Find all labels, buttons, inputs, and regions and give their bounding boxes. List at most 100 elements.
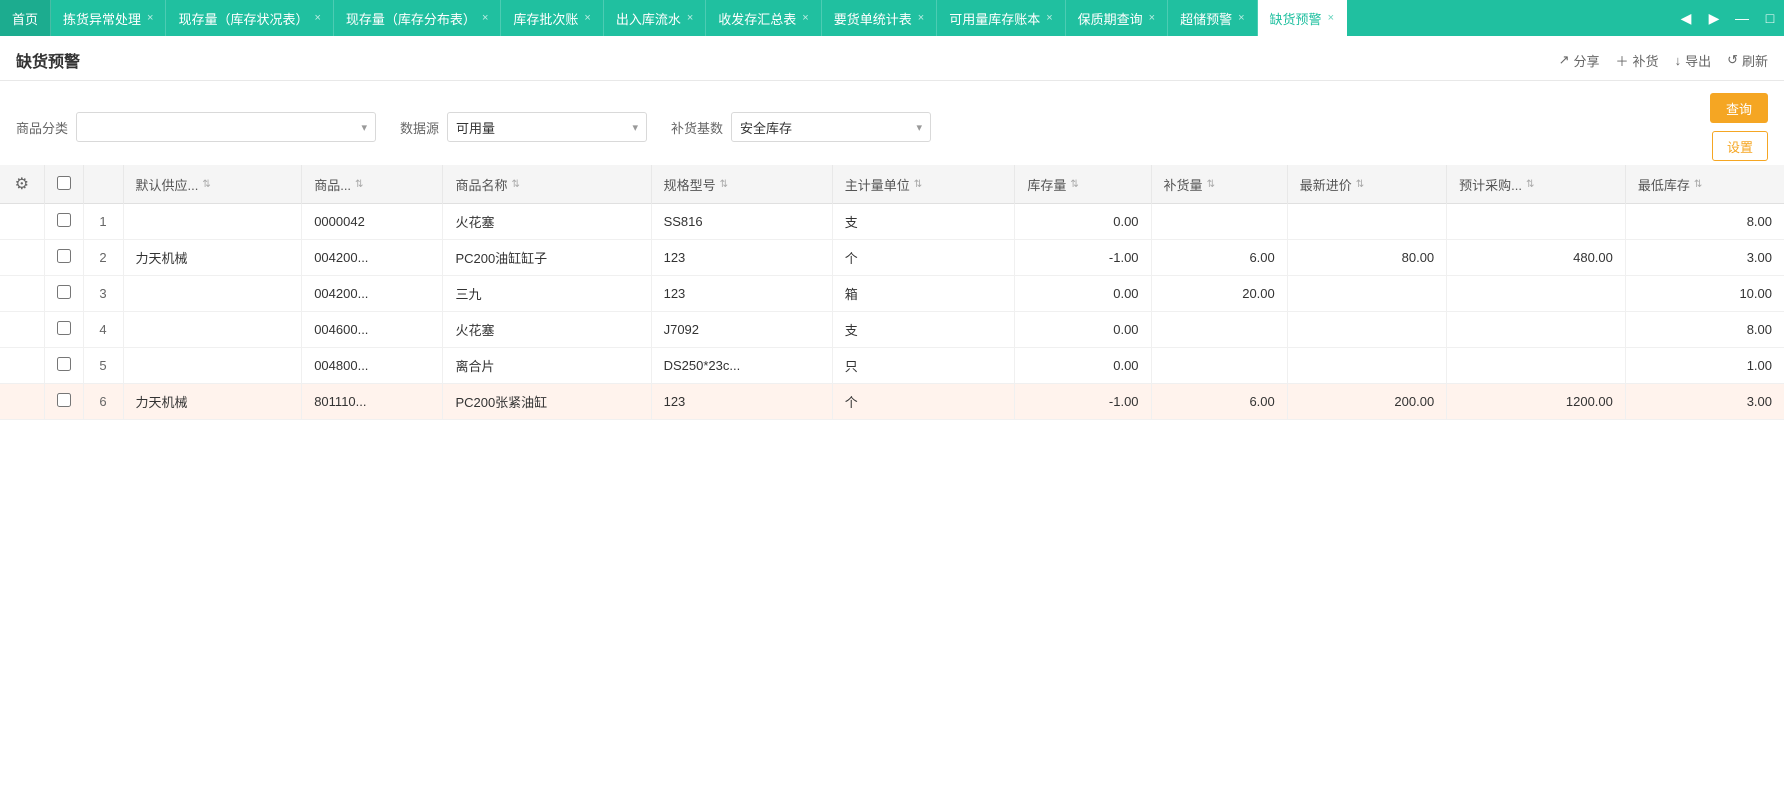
td-check-0[interactable] [44,204,83,240]
sort-price-icon: ⇅ [1356,179,1364,190]
product-category-label: 商品分类 [16,118,68,137]
export-action[interactable]: ↓ 导出 [1675,51,1712,70]
tab-home[interactable]: 首页 [0,0,51,36]
refresh-action[interactable]: ↺ 刷新 [1727,51,1768,70]
td-name-2: 三九 [443,276,651,312]
row-checkbox-5[interactable] [57,393,71,407]
select-all-checkbox[interactable] [57,176,71,190]
row-checkbox-3[interactable] [57,321,71,335]
close-tab-inout-flow[interactable]: × [687,12,693,24]
sort-spec-icon: ⇅ [720,179,728,190]
td-check-4[interactable] [44,348,83,384]
td-settings-2 [0,276,44,312]
product-category-select[interactable]: ▾ [76,112,376,142]
replenish-base-select[interactable]: 安全库存 ▾ [731,112,931,142]
replenish-action[interactable]: ＋ 补货 [1616,51,1659,70]
td-index-0: 1 [83,204,123,240]
td-settings-3 [0,312,44,348]
tab-receive-summary[interactable]: 收发存汇总表 × [706,0,821,36]
td-spec-2: 123 [651,276,832,312]
sort-replenish-icon: ⇅ [1207,179,1215,190]
close-tab-overstock[interactable]: × [1238,12,1244,24]
settings-button[interactable]: 设置 [1712,131,1768,161]
tab-inventory-status[interactable]: 现存量（库存状况表） × [166,0,333,36]
close-tab-available-book[interactable]: × [1046,12,1052,24]
tab-overstock[interactable]: 超储预警 × [1168,0,1257,36]
td-supplier-5: 力天机械 [123,384,302,420]
share-action[interactable]: ↗ 分享 [1559,51,1600,70]
tab-order-stats[interactable]: 要货单统计表 × [822,0,937,36]
td-index-5: 6 [83,384,123,420]
td-stock-3: 0.00 [1015,312,1151,348]
close-tab-expiry-query[interactable]: × [1149,12,1155,24]
sort-name-icon: ⇅ [511,179,519,190]
replenish-base-arrow-icon: ▾ [917,121,923,134]
datasource-arrow-icon: ▾ [633,121,639,134]
td-check-5[interactable] [44,384,83,420]
replenish-base-group: 补货基数 安全库存 ▾ [671,112,931,142]
td-code-1: 004200... [302,240,443,276]
td-min-4: 1.00 [1625,348,1784,384]
td-est-2 [1447,276,1626,312]
close-tab-shortage[interactable]: × [1328,12,1334,24]
window-minimize-btn[interactable]: — [1728,0,1756,36]
td-est-0 [1447,204,1626,240]
close-tab-inventory-status[interactable]: × [314,12,320,24]
td-min-1: 3.00 [1625,240,1784,276]
th-spec-model[interactable]: 规格型号 ⇅ [651,165,832,204]
th-settings[interactable]: ⚙ [0,165,44,204]
tab-inout-flow[interactable]: 出入库流水 × [604,0,706,36]
td-price-0 [1287,204,1446,240]
tab-batch-account[interactable]: 库存批次账 × [501,0,603,36]
th-product-code[interactable]: 商品... ⇅ [302,165,443,204]
tab-next-btn[interactable]: ▶ [1700,0,1728,36]
close-tab-order-stats[interactable]: × [918,12,924,24]
tab-exception[interactable]: 拣货异常处理 × [51,0,166,36]
th-replenish-qty[interactable]: 补货量 ⇅ [1151,165,1287,204]
th-latest-price[interactable]: 最新进价 ⇅ [1287,165,1446,204]
tab-available-book[interactable]: 可用量库存账本 × [937,0,1065,36]
close-tab-batch-account[interactable]: × [584,12,590,24]
td-replenish-4 [1151,348,1287,384]
sort-supplier-icon: ⇅ [202,179,210,190]
row-checkbox-1[interactable] [57,249,71,263]
sort-stock-icon: ⇅ [1070,179,1078,190]
td-check-2[interactable] [44,276,83,312]
tab-inventory-dist[interactable]: 现存量（库存分布表） × [334,0,501,36]
th-min-stock[interactable]: 最低库存 ⇅ [1625,165,1784,204]
td-spec-1: 123 [651,240,832,276]
th-stock-qty[interactable]: 库存量 ⇅ [1015,165,1151,204]
td-unit-3: 支 [832,312,1015,348]
query-button[interactable]: 查询 [1710,93,1768,123]
main-content: 缺货预警 ↗ 分享 ＋ 补货 ↓ 导出 ↺ 刷新 商品分类 [0,36,1784,796]
tab-shortage[interactable]: 缺货预警 × [1258,0,1347,36]
td-name-1: PC200油缸缸子 [443,240,651,276]
td-replenish-3 [1151,312,1287,348]
td-check-1[interactable] [44,240,83,276]
sort-code-icon: ⇅ [355,179,363,190]
th-index [83,165,123,204]
td-check-3[interactable] [44,312,83,348]
row-checkbox-2[interactable] [57,285,71,299]
close-tab-receive-summary[interactable]: × [802,12,808,24]
td-stock-0: 0.00 [1015,204,1151,240]
th-product-name[interactable]: 商品名称 ⇅ [443,165,651,204]
th-default-supplier[interactable]: 默认供应... ⇅ [123,165,302,204]
tab-prev-btn[interactable]: ◀ [1672,0,1700,36]
close-tab-exception[interactable]: × [147,12,153,24]
window-maximize-btn[interactable]: □ [1756,0,1784,36]
tab-expiry-query[interactable]: 保质期查询 × [1066,0,1168,36]
th-unit[interactable]: 主计量单位 ⇅ [832,165,1015,204]
th-est-purchase[interactable]: 预计采购... ⇅ [1447,165,1626,204]
row-checkbox-4[interactable] [57,357,71,371]
tab-bar: 首页 拣货异常处理 × 现存量（库存状况表） × 现存量（库存分布表） × 库存… [0,0,1784,36]
td-settings-1 [0,240,44,276]
td-supplier-3 [123,312,302,348]
td-replenish-5: 6.00 [1151,384,1287,420]
datasource-select[interactable]: 可用量 ▾ [447,112,647,142]
close-tab-inventory-dist[interactable]: × [482,12,488,24]
td-price-5: 200.00 [1287,384,1446,420]
table-gear-icon[interactable]: ⚙ [15,176,29,193]
row-checkbox-0[interactable] [57,213,71,227]
td-min-0: 8.00 [1625,204,1784,240]
